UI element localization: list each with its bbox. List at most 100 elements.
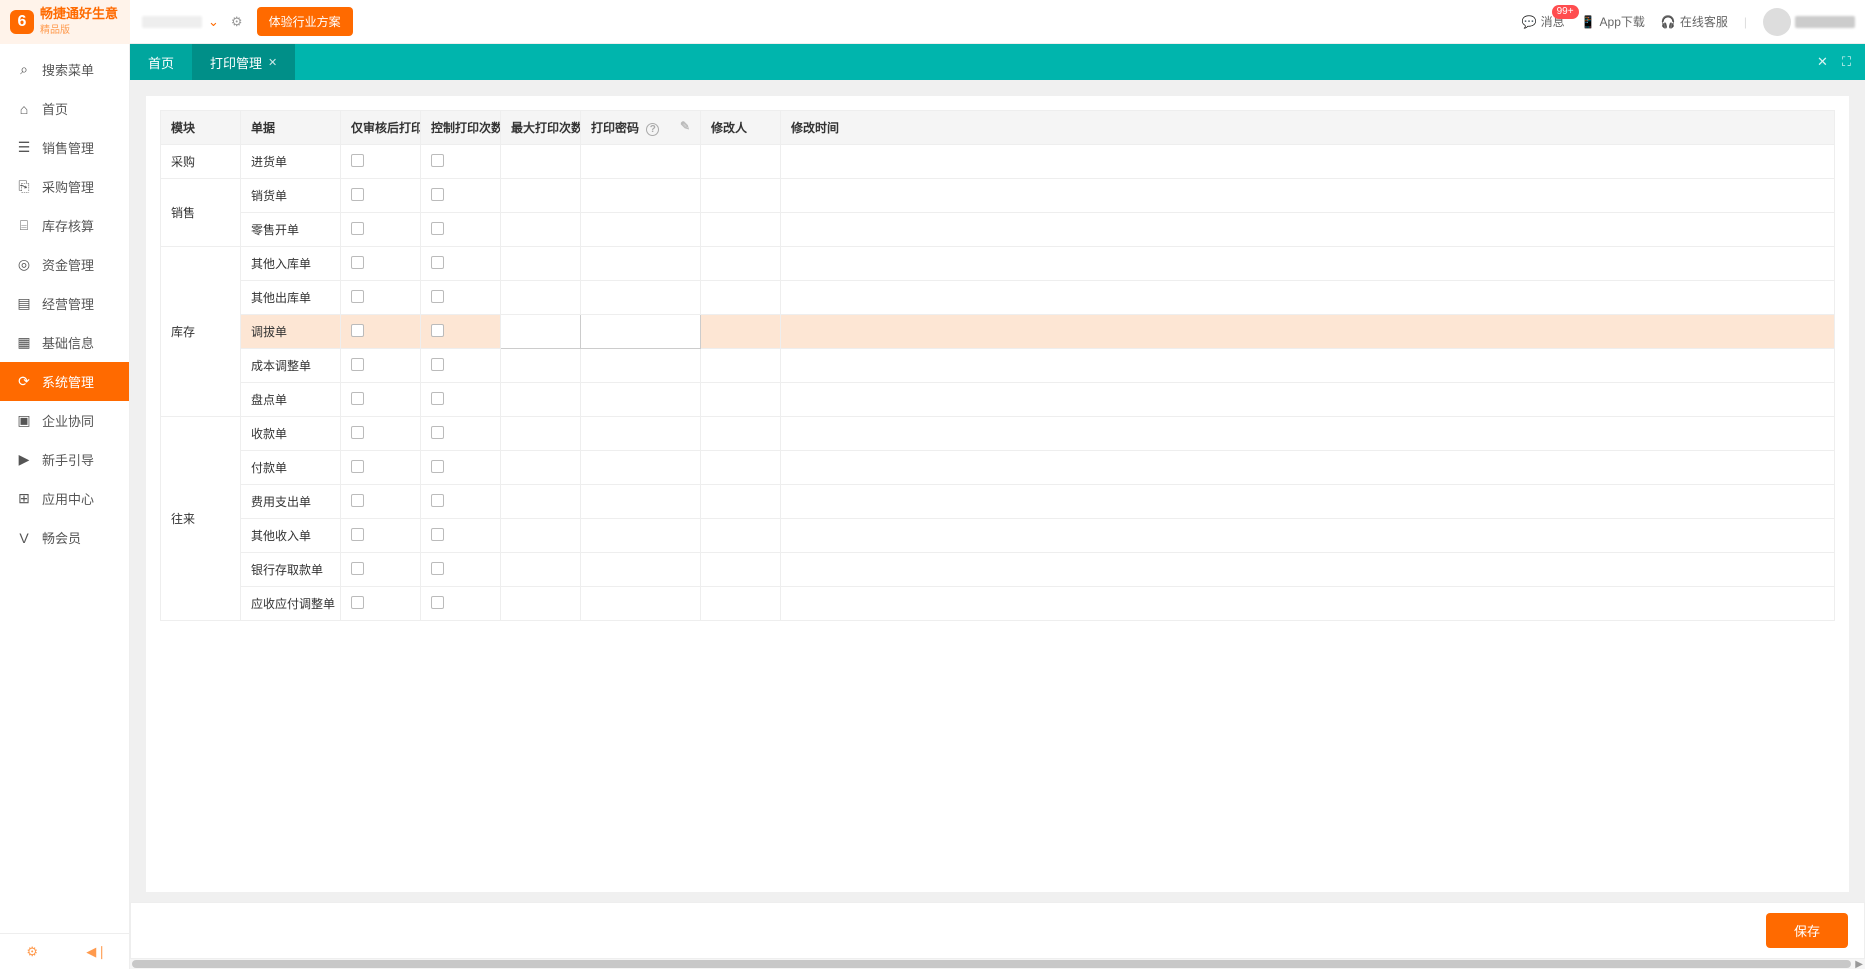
- sidebar-item-1[interactable]: ⌂首页: [0, 89, 129, 128]
- sidebar-item-5[interactable]: ◎资金管理: [0, 245, 129, 284]
- cell-modify-time: [781, 587, 1835, 621]
- cell-password[interactable]: [581, 315, 701, 349]
- scrollbar-thumb[interactable]: [132, 960, 1851, 968]
- sidebar-icon: ⌸: [16, 217, 32, 234]
- brand-sub: 精品版: [40, 21, 118, 36]
- checkbox[interactable]: [431, 154, 444, 167]
- checkbox[interactable]: [431, 324, 444, 337]
- cell-audit-only: [341, 451, 421, 485]
- cell-max-count: [501, 417, 581, 451]
- org-selector[interactable]: ⌄: [142, 14, 219, 30]
- trial-button[interactable]: 体验行业方案: [257, 7, 353, 36]
- footer-bar: 保存: [130, 902, 1865, 959]
- col-doc: 单据: [241, 111, 341, 145]
- sidebar-icon: ▤: [16, 295, 32, 312]
- cell-doc: 销货单: [241, 179, 341, 213]
- checkbox[interactable]: [351, 154, 364, 167]
- cell-control-count: [421, 553, 501, 587]
- sidebar-icon: ⊞: [16, 490, 32, 507]
- cell-doc: 调拔单: [241, 315, 341, 349]
- sidebar-item-10[interactable]: ▶新手引导: [0, 440, 129, 479]
- messages-button[interactable]: 💬 消息 99+: [1522, 13, 1565, 30]
- sidebar-icon: ⎘: [16, 178, 32, 195]
- checkbox[interactable]: [431, 494, 444, 507]
- checkbox[interactable]: [351, 596, 364, 609]
- user-menu[interactable]: [1763, 8, 1855, 36]
- cell-modifier: [701, 553, 781, 587]
- checkbox[interactable]: [351, 460, 364, 473]
- gear-icon[interactable]: ⚙: [231, 14, 243, 30]
- cell-modify-time: [781, 553, 1835, 587]
- checkbox[interactable]: [351, 324, 364, 337]
- scroll-right-icon[interactable]: ▶: [1855, 959, 1863, 969]
- sidebar-item-11[interactable]: ⊞应用中心: [0, 479, 129, 518]
- cell-max-count: [501, 587, 581, 621]
- checkbox[interactable]: [431, 562, 444, 575]
- cell-password: [581, 485, 701, 519]
- horizontal-scrollbar[interactable]: ▶: [130, 959, 1865, 969]
- checkbox[interactable]: [351, 188, 364, 201]
- save-button[interactable]: 保存: [1766, 913, 1848, 948]
- checkbox[interactable]: [431, 188, 444, 201]
- cell-password: [581, 179, 701, 213]
- sidebar-item-12[interactable]: V畅会员: [0, 518, 129, 557]
- close-icon[interactable]: ✕: [268, 56, 277, 69]
- edit-icon[interactable]: ✎: [680, 119, 690, 133]
- cell-doc: 盘点单: [241, 383, 341, 417]
- tab-home[interactable]: 首页: [130, 44, 192, 80]
- checkbox[interactable]: [431, 460, 444, 473]
- sidebar-item-3[interactable]: ⎘采购管理: [0, 167, 129, 206]
- checkbox[interactable]: [351, 222, 364, 235]
- cell-modify-time: [781, 179, 1835, 213]
- sidebar-item-2[interactable]: ☰销售管理: [0, 128, 129, 167]
- checkbox[interactable]: [351, 528, 364, 541]
- sidebar-item-0[interactable]: ⌕搜索菜单: [0, 50, 129, 89]
- checkbox[interactable]: [431, 222, 444, 235]
- sidebar-item-9[interactable]: ▣企业协同: [0, 401, 129, 440]
- sidebar-item-4[interactable]: ⌸库存核算: [0, 206, 129, 245]
- sidebar-icon: ▣: [16, 412, 32, 429]
- app-download-button[interactable]: 📱 App下载: [1581, 13, 1645, 30]
- cell-max-count[interactable]: [501, 315, 581, 349]
- cell-audit-only: [341, 417, 421, 451]
- checkbox[interactable]: [431, 358, 444, 371]
- checkbox[interactable]: [351, 358, 364, 371]
- checkbox[interactable]: [351, 256, 364, 269]
- checkbox[interactable]: [431, 426, 444, 439]
- cell-audit-only: [341, 519, 421, 553]
- checkbox[interactable]: [431, 596, 444, 609]
- help-icon[interactable]: ?: [646, 123, 659, 136]
- logo-icon: 6: [10, 10, 34, 34]
- cell-max-count: [501, 179, 581, 213]
- checkbox[interactable]: [351, 426, 364, 439]
- sidebar-icon: ⟳: [16, 373, 32, 390]
- checkbox[interactable]: [431, 290, 444, 303]
- tab-close-all-icon[interactable]: ✕: [1817, 54, 1828, 70]
- checkbox[interactable]: [351, 290, 364, 303]
- col-module: 模块: [161, 111, 241, 145]
- online-service-button[interactable]: 🎧 在线客服: [1661, 13, 1728, 30]
- cell-audit-only: [341, 213, 421, 247]
- tab-print-manage[interactable]: 打印管理 ✕: [192, 44, 295, 80]
- cell-modify-time: [781, 213, 1835, 247]
- sidebar-label: 畅会员: [42, 528, 81, 547]
- table-row: 付款单: [161, 451, 1835, 485]
- checkbox[interactable]: [351, 494, 364, 507]
- sidebar-item-7[interactable]: ▦基础信息: [0, 323, 129, 362]
- col-max-count: 最大打印次数: [501, 111, 581, 145]
- sidebar-item-8[interactable]: ⟳系统管理: [0, 362, 129, 401]
- checkbox[interactable]: [431, 256, 444, 269]
- sidebar-item-6[interactable]: ▤经营管理: [0, 284, 129, 323]
- cell-password: [581, 553, 701, 587]
- fullscreen-icon[interactable]: ⛶: [1842, 54, 1851, 70]
- cell-doc: 其他出库单: [241, 281, 341, 315]
- cell-control-count: [421, 145, 501, 179]
- sidebar-icon: ▦: [16, 334, 32, 351]
- sidebar-collapse-icon[interactable]: ◀❘: [65, 934, 130, 969]
- checkbox[interactable]: [351, 562, 364, 575]
- checkbox[interactable]: [431, 392, 444, 405]
- checkbox[interactable]: [431, 528, 444, 541]
- sidebar-settings-icon[interactable]: ⚙: [0, 934, 65, 969]
- checkbox[interactable]: [351, 392, 364, 405]
- sidebar: ⌕搜索菜单⌂首页☰销售管理⎘采购管理⌸库存核算◎资金管理▤经营管理▦基础信息⟳系…: [0, 44, 130, 969]
